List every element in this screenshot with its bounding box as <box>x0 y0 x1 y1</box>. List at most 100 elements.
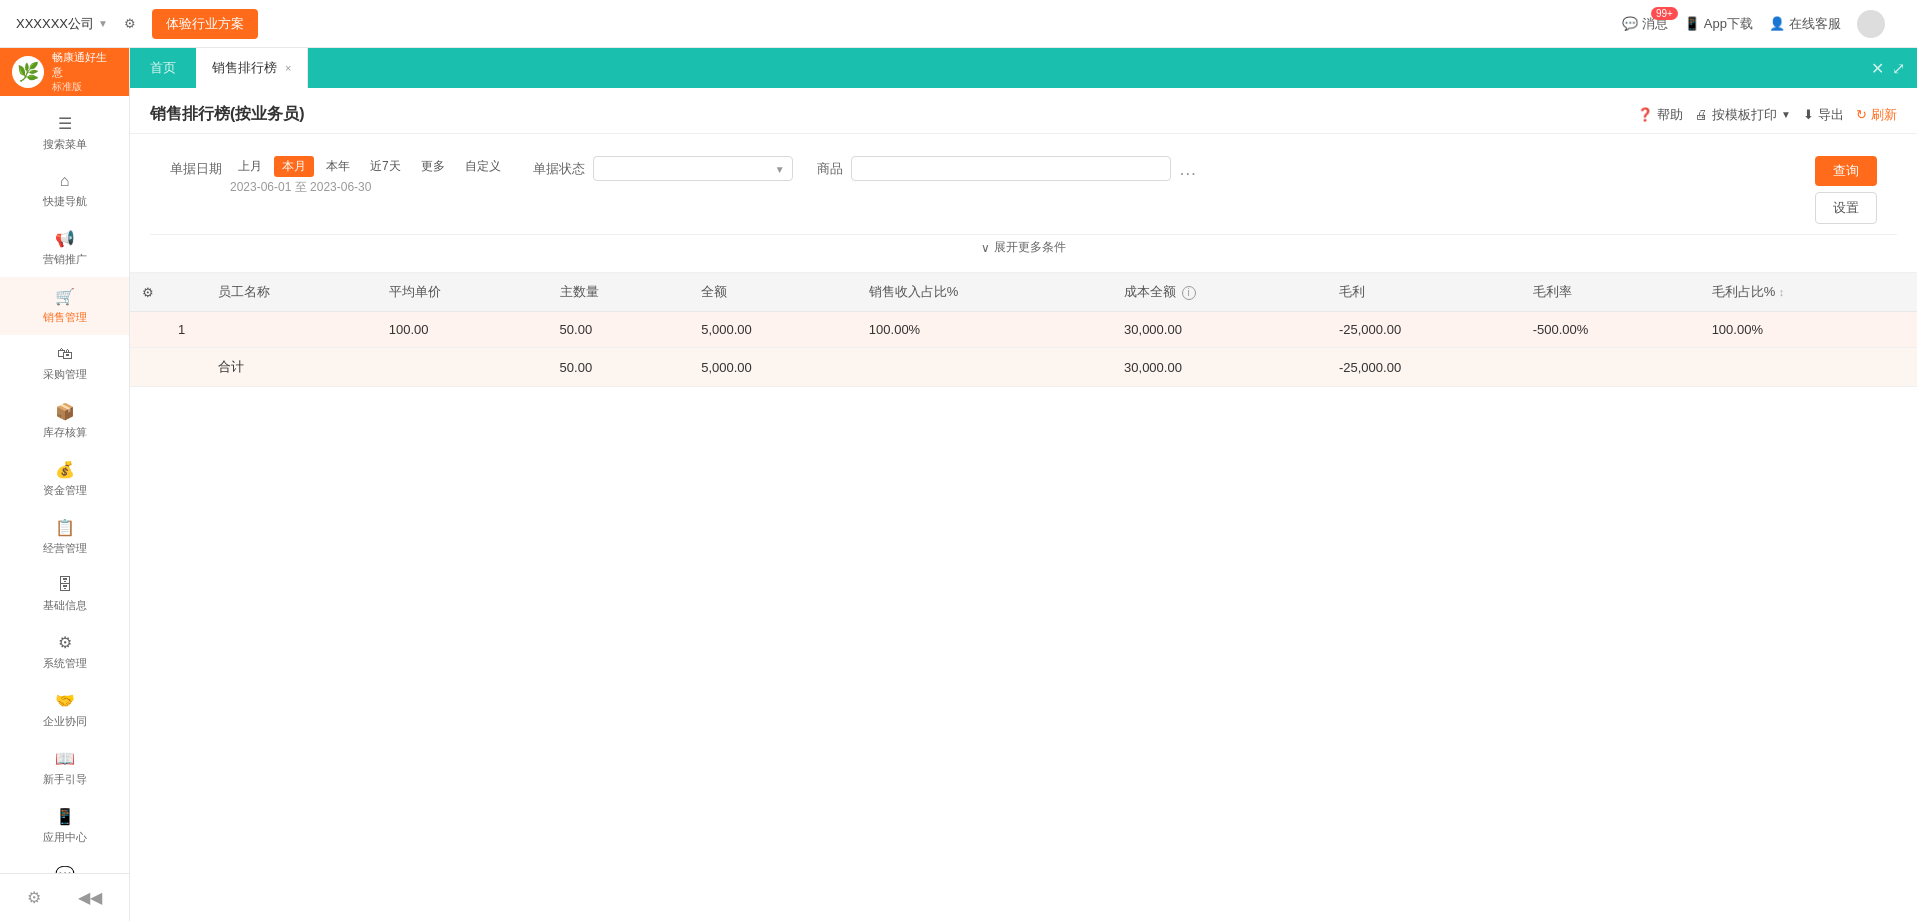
summary-gross-pct-cell <box>1700 348 1917 387</box>
help-label: 帮助 <box>1657 106 1683 124</box>
summary-settings-cell <box>130 348 166 387</box>
message-item[interactable]: 💬 消息 99+ <box>1622 15 1668 33</box>
col-name-header: 员工名称 <box>206 273 377 312</box>
tab-home[interactable]: 首页 <box>130 48 196 88</box>
col-settings[interactable]: ⚙ <box>130 273 166 312</box>
col-gross-pct-header: 毛利占比% ↕ <box>1700 273 1917 312</box>
status-filter-label: 单据状态 <box>533 160 585 178</box>
summary-sales-pct-cell <box>857 348 1112 387</box>
sidebar-item-wechat[interactable]: 💬 企业微信 <box>0 855 129 873</box>
table-row: 1 100.00 50.00 5,000.00 100.00% 30,000.0… <box>130 312 1917 348</box>
top-bar-right: 💬 消息 99+ 📱 App下载 👤 在线客服 <box>1622 10 1901 38</box>
sidebar-item-system[interactable]: ⚙ 系统管理 <box>0 623 129 681</box>
sidebar-collapse-icon[interactable]: ◀◀ <box>78 888 102 907</box>
sidebar-item-inventory[interactable]: 📦 库存核算 <box>0 392 129 450</box>
logo-sub-text: 标准版 <box>52 80 117 94</box>
help-button[interactable]: ❓ 帮助 <box>1637 106 1683 124</box>
date-filter-section: 单据日期 上月本月本年近7天更多自定义 2023-06-01 至 2023-06… <box>170 156 509 196</box>
company-name: XXXXXX公司 <box>16 15 94 33</box>
tab-close-window-icon[interactable]: ✕ <box>1871 59 1884 78</box>
refresh-label: 刷新 <box>1871 106 1897 124</box>
topbar-settings-icon[interactable]: ⚙ <box>116 10 144 38</box>
tab-close-icon[interactable]: × <box>285 62 291 74</box>
sidebar-settings-icon[interactable]: ⚙ <box>27 888 41 907</box>
goods-more-icon[interactable]: … <box>1179 160 1197 178</box>
message-badge: 99+ <box>1651 7 1678 20</box>
logo-symbol: 🌿 <box>17 61 39 83</box>
nav-label-purchase: 采购管理 <box>43 367 87 382</box>
cell-gross-pct-0: 100.00% <box>1700 312 1917 348</box>
nav-icon-finance: 💰 <box>55 460 75 479</box>
sort-icon[interactable]: ↕ <box>1779 286 1785 298</box>
sidebar-item-operations[interactable]: 📋 经营管理 <box>0 508 129 566</box>
summary-avg-price-cell <box>377 348 548 387</box>
tab-maximize-icon[interactable]: ⤢ <box>1892 59 1905 78</box>
col-main-qty-header: 主数量 <box>548 273 690 312</box>
print-button[interactable]: 🖨 按模板打印 ▼ <box>1695 106 1791 124</box>
content-area: 首页 销售排行榜 × ✕ ⤢ 销售排行榜(按业务员) ❓ <box>130 48 1917 921</box>
date-tab-本年[interactable]: 本年 <box>318 156 358 177</box>
tab-label: 销售排行榜 <box>212 59 277 77</box>
nav-label-apps: 应用中心 <box>43 830 87 845</box>
date-tabs-block: 上月本月本年近7天更多自定义 2023-06-01 至 2023-06-30 <box>230 156 509 196</box>
export-button[interactable]: ⬇ 导出 <box>1803 106 1844 124</box>
cost-info-icon[interactable]: i <box>1182 286 1196 300</box>
logo-icon: 🌿 <box>12 56 44 88</box>
sidebar-item-search[interactable]: ☰ 搜索菜单 <box>0 104 129 162</box>
sidebar-nav: ☰ 搜索菜单 ⌂ 快捷导航 📢 营销推广 🛒 销售管理 🛍 采购管理 📦 库存核… <box>0 96 129 873</box>
company-select[interactable]: XXXXXX公司 ▼ <box>16 15 108 33</box>
sidebar-item-guide[interactable]: 📖 新手引导 <box>0 739 129 797</box>
page-content: 销售排行榜(按业务员) ❓ 帮助 🖨 按模板打印 ▼ ⬇ <box>130 88 1917 921</box>
logo-area: 🌿 畅康通好生意 标准版 <box>0 48 129 96</box>
date-tab-上月[interactable]: 上月 <box>230 156 270 177</box>
sidebar-item-finance[interactable]: 💰 资金管理 <box>0 450 129 508</box>
date-tab-近7天[interactable]: 近7天 <box>362 156 409 177</box>
summary-label-cell: 合计 <box>206 348 377 387</box>
col-cost-header: 成本全额 i <box>1112 273 1327 312</box>
settings-button[interactable]: 设置 <box>1815 192 1877 224</box>
table-header-row: ⚙ 员工名称 平均单价 主数量 全额 销售收入占比% 成本全额 i <box>130 273 1917 312</box>
nav-icon-sales: 🛒 <box>55 287 75 306</box>
summary-rank-cell <box>166 348 206 387</box>
date-tabs: 上月本月本年近7天更多自定义 <box>230 156 509 177</box>
cell-main-qty-0: 50.00 <box>548 312 690 348</box>
summary-row: 合计 50.00 5,000.00 30,000.00 -25,000.00 <box>130 348 1917 387</box>
date-tab-自定义[interactable]: 自定义 <box>457 156 509 177</box>
query-button[interactable]: 查询 <box>1815 156 1877 186</box>
cell-gross-0: -25,000.00 <box>1327 312 1521 348</box>
nav-icon-purchase: 🛍 <box>57 345 73 363</box>
sidebar-item-marketing[interactable]: 📢 营销推广 <box>0 219 129 277</box>
sidebar-item-quick-nav[interactable]: ⌂ 快捷导航 <box>0 162 129 219</box>
date-tab-更多[interactable]: 更多 <box>413 156 453 177</box>
cell-rank-0: 1 <box>166 312 206 348</box>
date-tab-本月[interactable]: 本月 <box>274 156 314 177</box>
app-download-label: App下载 <box>1704 15 1753 33</box>
sidebar-item-apps[interactable]: 📱 应用中心 <box>0 797 129 855</box>
online-service-item[interactable]: 👤 在线客服 <box>1769 15 1841 33</box>
sidebar-item-purchase[interactable]: 🛍 采购管理 <box>0 335 129 392</box>
tab-sales-ranking[interactable]: 销售排行榜 × <box>196 48 308 88</box>
summary-main-qty-cell: 50.00 <box>548 348 690 387</box>
goods-filter-label: 商品 <box>817 160 843 178</box>
expand-more-section[interactable]: ∨ 展开更多条件 <box>150 234 1897 260</box>
sidebar-item-enterprise[interactable]: 🤝 企业协同 <box>0 681 129 739</box>
sidebar-item-basic-info[interactable]: 🗄 基础信息 <box>0 566 129 623</box>
top-bar: XXXXXX公司 ▼ ⚙ 体验行业方案 💬 消息 99+ 📱 App下载 👤 在… <box>0 0 1917 48</box>
cell-sales-pct-0: 100.00% <box>857 312 1112 348</box>
filter-area: 单据日期 上月本月本年近7天更多自定义 2023-06-01 至 2023-06… <box>130 134 1917 273</box>
page-title: 销售排行榜(按业务员) <box>150 104 305 125</box>
sidebar-item-sales[interactable]: 🛒 销售管理 <box>0 277 129 335</box>
app-download-item[interactable]: 📱 App下载 <box>1684 15 1753 33</box>
nav-label-inventory: 库存核算 <box>43 425 87 440</box>
page-header: 销售排行榜(按业务员) ❓ 帮助 🖨 按模板打印 ▼ ⬇ <box>130 88 1917 134</box>
status-select[interactable] <box>593 156 793 181</box>
page-header-actions: ❓ 帮助 🖨 按模板打印 ▼ ⬇ 导出 ↻ <box>1637 106 1897 124</box>
goods-filter-input[interactable] <box>851 156 1171 181</box>
nav-label-marketing: 营销推广 <box>43 252 87 267</box>
main-area: 🌿 畅康通好生意 标准版 ☰ 搜索菜单 ⌂ 快捷导航 📢 营销推广 🛒 销售管理… <box>0 48 1917 921</box>
nav-icon-search: ☰ <box>58 114 72 133</box>
try-industry-button[interactable]: 体验行业方案 <box>152 9 258 39</box>
online-service-label: 在线客服 <box>1789 15 1841 33</box>
refresh-button[interactable]: ↻ 刷新 <box>1856 106 1897 124</box>
avatar[interactable] <box>1857 10 1885 38</box>
